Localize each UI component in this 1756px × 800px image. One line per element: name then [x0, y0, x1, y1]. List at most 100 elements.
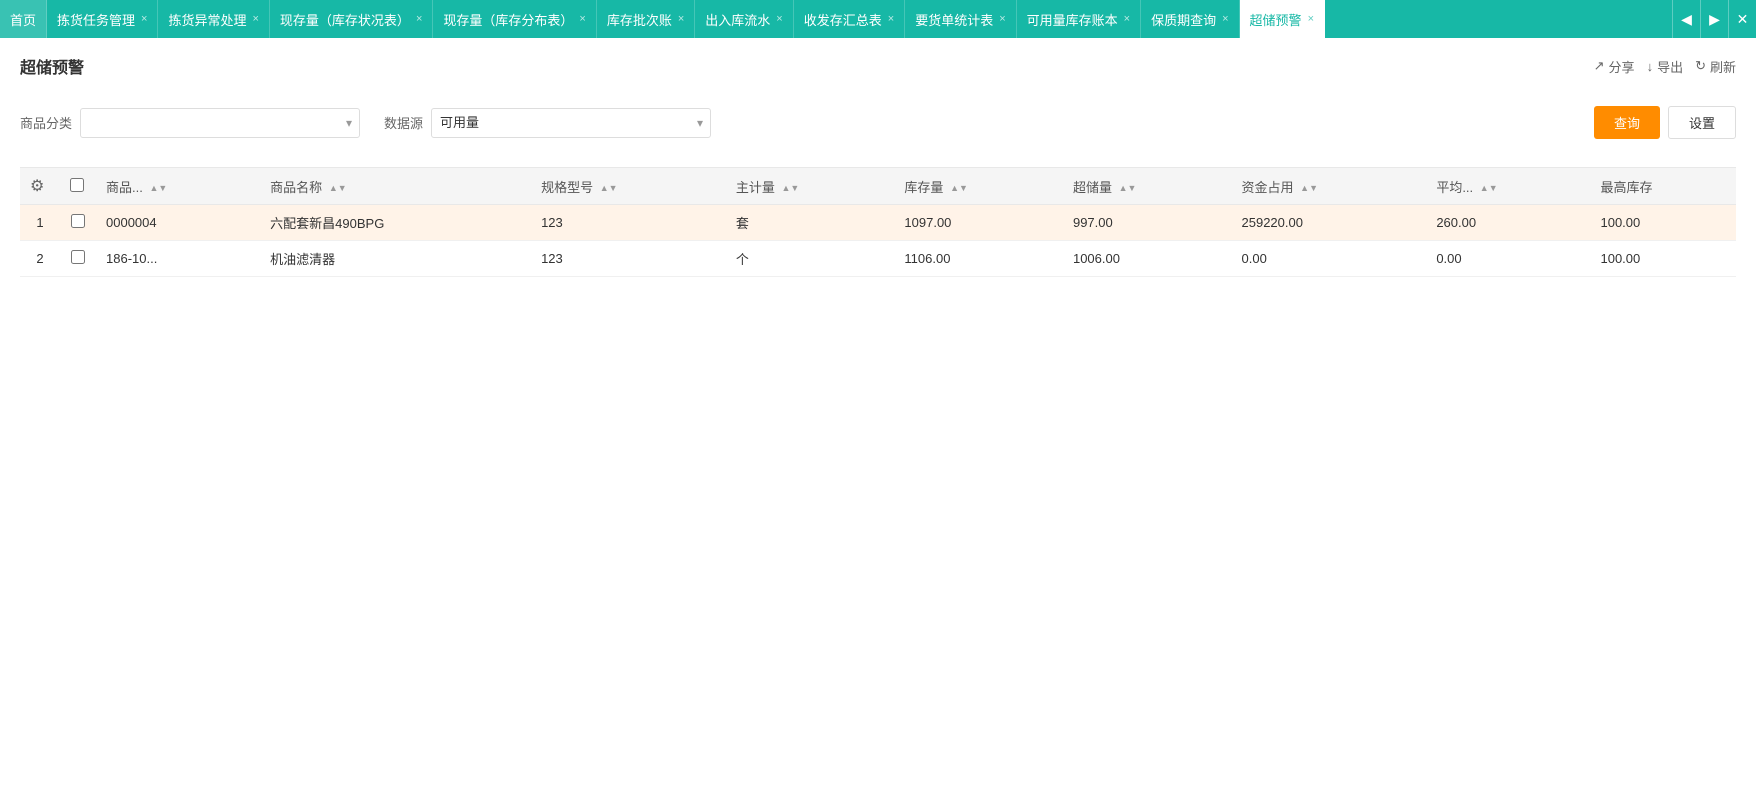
page-header: 超储预警 ↗ 分享 ↓ 导出 ↻ 刷新 [20, 54, 1736, 78]
table-header: ⚙ 商品... ▲▼ 商品名称 ▲▼ 规格型号 ▲▼ 主计 [20, 168, 1736, 205]
nav-label-overstock: 超储预警 [1250, 10, 1302, 29]
query-button[interactable]: 查询 [1594, 106, 1660, 139]
nav-label-task: 拣货任务管理 [57, 10, 135, 29]
header-actions: ↗ 分享 ↓ 导出 ↻ 刷新 [1594, 57, 1736, 76]
th-checkbox [60, 168, 96, 205]
nav-item-requisition[interactable]: 要货单统计表 × [905, 0, 1016, 38]
row-1-maxstock: 100.00 [1590, 205, 1736, 241]
settings-button[interactable]: 设置 [1668, 106, 1736, 139]
nav-item-inout[interactable]: 出入库流水 × [695, 0, 793, 38]
th-stock[interactable]: 库存量 ▲▼ [894, 168, 1063, 205]
nav-item-stock-dist[interactable]: 现存量（库存分布表） × [433, 0, 596, 38]
nav-label-requisition: 要货单统计表 [915, 10, 993, 29]
row-num-1: 1 [20, 205, 60, 241]
page-content: 超储预警 ↗ 分享 ↓ 导出 ↻ 刷新 商品分类 [0, 38, 1756, 800]
page-title: 超储预警 [20, 54, 84, 78]
filter-actions: 查询 设置 [1594, 106, 1736, 139]
nav-close-stock-status[interactable]: × [416, 13, 422, 25]
export-icon: ↓ [1647, 59, 1654, 74]
row-checkbox-1[interactable] [60, 205, 96, 241]
nav-close-batch[interactable]: × [678, 13, 684, 25]
nav-label-stock-dist: 现存量（库存分布表） [443, 10, 573, 29]
nav-label-batch: 库存批次账 [607, 10, 672, 29]
nav-item-available[interactable]: 可用量库存账本 × [1017, 0, 1141, 38]
th-capital[interactable]: 资金占用 ▲▼ [1232, 168, 1427, 205]
nav-item-batch[interactable]: 库存批次账 × [597, 0, 695, 38]
nav-close-overstock[interactable]: × [1308, 13, 1314, 25]
datasource-label: 数据源 [384, 113, 423, 132]
row-2-spec: 123 [531, 241, 726, 277]
datasource-select[interactable]: 可用量 [431, 108, 711, 138]
share-label: 分享 [1609, 57, 1635, 76]
nav-close-summary[interactable]: × [888, 13, 894, 25]
th-product-code[interactable]: 商品... ▲▼ [96, 168, 260, 205]
nav-item-home[interactable]: 首页 [0, 0, 47, 38]
nav-close-stock-dist[interactable]: × [579, 13, 585, 25]
nav-item-overstock[interactable]: 超储预警 × [1240, 0, 1325, 38]
nav-label-summary: 收发存汇总表 [804, 10, 882, 29]
row-2-avg: 0.00 [1426, 241, 1590, 277]
nav-arrows: ◀ ▶ ✕ [1672, 0, 1756, 38]
category-label: 商品分类 [20, 113, 72, 132]
sort-icon-spec: ▲▼ [600, 184, 618, 193]
nav-close-expiry[interactable]: × [1222, 13, 1228, 25]
nav-item-summary[interactable]: 收发存汇总表 × [794, 0, 905, 38]
nav-close-available[interactable]: × [1124, 13, 1130, 25]
select-all-checkbox[interactable] [70, 178, 84, 192]
row-2-stock: 1106.00 [894, 241, 1063, 277]
sort-icon-capital: ▲▼ [1300, 184, 1318, 193]
nav-close-all-button[interactable]: ✕ [1728, 0, 1756, 38]
filter-bar: 商品分类 数据源 可用量 查询 设置 [20, 94, 1736, 151]
nav-next-button[interactable]: ▶ [1700, 0, 1728, 38]
sort-icon-code: ▲▼ [149, 184, 167, 193]
nav-close-requisition[interactable]: × [999, 13, 1005, 25]
sort-icon-unit: ▲▼ [782, 184, 800, 193]
th-spec[interactable]: 规格型号 ▲▼ [531, 168, 726, 205]
refresh-icon: ↻ [1695, 58, 1706, 74]
export-label: 导出 [1657, 57, 1683, 76]
nav-close-inout[interactable]: × [776, 13, 782, 25]
th-max-stock: 最高库存 [1590, 168, 1736, 205]
nav-item-stock-status[interactable]: 现存量（库存状况表） × [270, 0, 433, 38]
nav-label-expiry: 保质期查询 [1151, 10, 1216, 29]
sort-icon-name: ▲▼ [329, 184, 347, 193]
row-2-overstock: 1006.00 [1063, 241, 1232, 277]
th-overstock[interactable]: 超储量 ▲▼ [1063, 168, 1232, 205]
nav-close-task[interactable]: × [141, 13, 147, 25]
row-1-code: 0000004 [96, 205, 260, 241]
nav-prev-button[interactable]: ◀ [1672, 0, 1700, 38]
row-1-overstock: 997.00 [1063, 205, 1232, 241]
category-filter: 商品分类 [20, 108, 360, 138]
row-2-checkbox[interactable] [71, 250, 85, 264]
row-1-avg: 260.00 [1426, 205, 1590, 241]
data-table: ⚙ 商品... ▲▼ 商品名称 ▲▼ 规格型号 ▲▼ 主计 [20, 167, 1736, 277]
export-action[interactable]: ↓ 导出 [1647, 57, 1684, 76]
nav-item-expiry[interactable]: 保质期查询 × [1141, 0, 1239, 38]
refresh-action[interactable]: ↻ 刷新 [1695, 57, 1736, 76]
nav-label-available: 可用量库存账本 [1027, 10, 1118, 29]
nav-item-task[interactable]: 拣货任务管理 × [47, 0, 158, 38]
category-select-wrapper [80, 108, 360, 138]
th-product-name[interactable]: 商品名称 ▲▼ [260, 168, 531, 205]
row-1-checkbox[interactable] [71, 214, 85, 228]
nav-label-stock-status: 现存量（库存状况表） [280, 10, 410, 29]
th-avg[interactable]: 平均... ▲▼ [1426, 168, 1590, 205]
row-1-stock: 1097.00 [894, 205, 1063, 241]
nav-item-exception[interactable]: 拣货异常处理 × [158, 0, 269, 38]
table-settings-icon[interactable]: ⚙ [30, 178, 44, 195]
row-1-unit: 套 [726, 205, 895, 241]
row-num-2: 2 [20, 241, 60, 277]
th-unit[interactable]: 主计量 ▲▼ [726, 168, 895, 205]
nav-close-exception[interactable]: × [252, 13, 258, 25]
nav-label-inout: 出入库流水 [705, 10, 770, 29]
row-2-name: 机油滤清器 [260, 241, 531, 277]
row-1-spec: 123 [531, 205, 726, 241]
row-checkbox-2[interactable] [60, 241, 96, 277]
row-1-name: 六配套新昌490BPG [260, 205, 531, 241]
row-1-capital: 259220.00 [1232, 205, 1427, 241]
category-select[interactable] [80, 108, 360, 138]
table-row: 2 186-10... 机油滤清器 123 个 1106.00 1006.00 … [20, 241, 1736, 277]
sort-icon-stock: ▲▼ [950, 184, 968, 193]
table-row: 1 0000004 六配套新昌490BPG 123 套 1097.00 997.… [20, 205, 1736, 241]
share-action[interactable]: ↗ 分享 [1594, 57, 1635, 76]
